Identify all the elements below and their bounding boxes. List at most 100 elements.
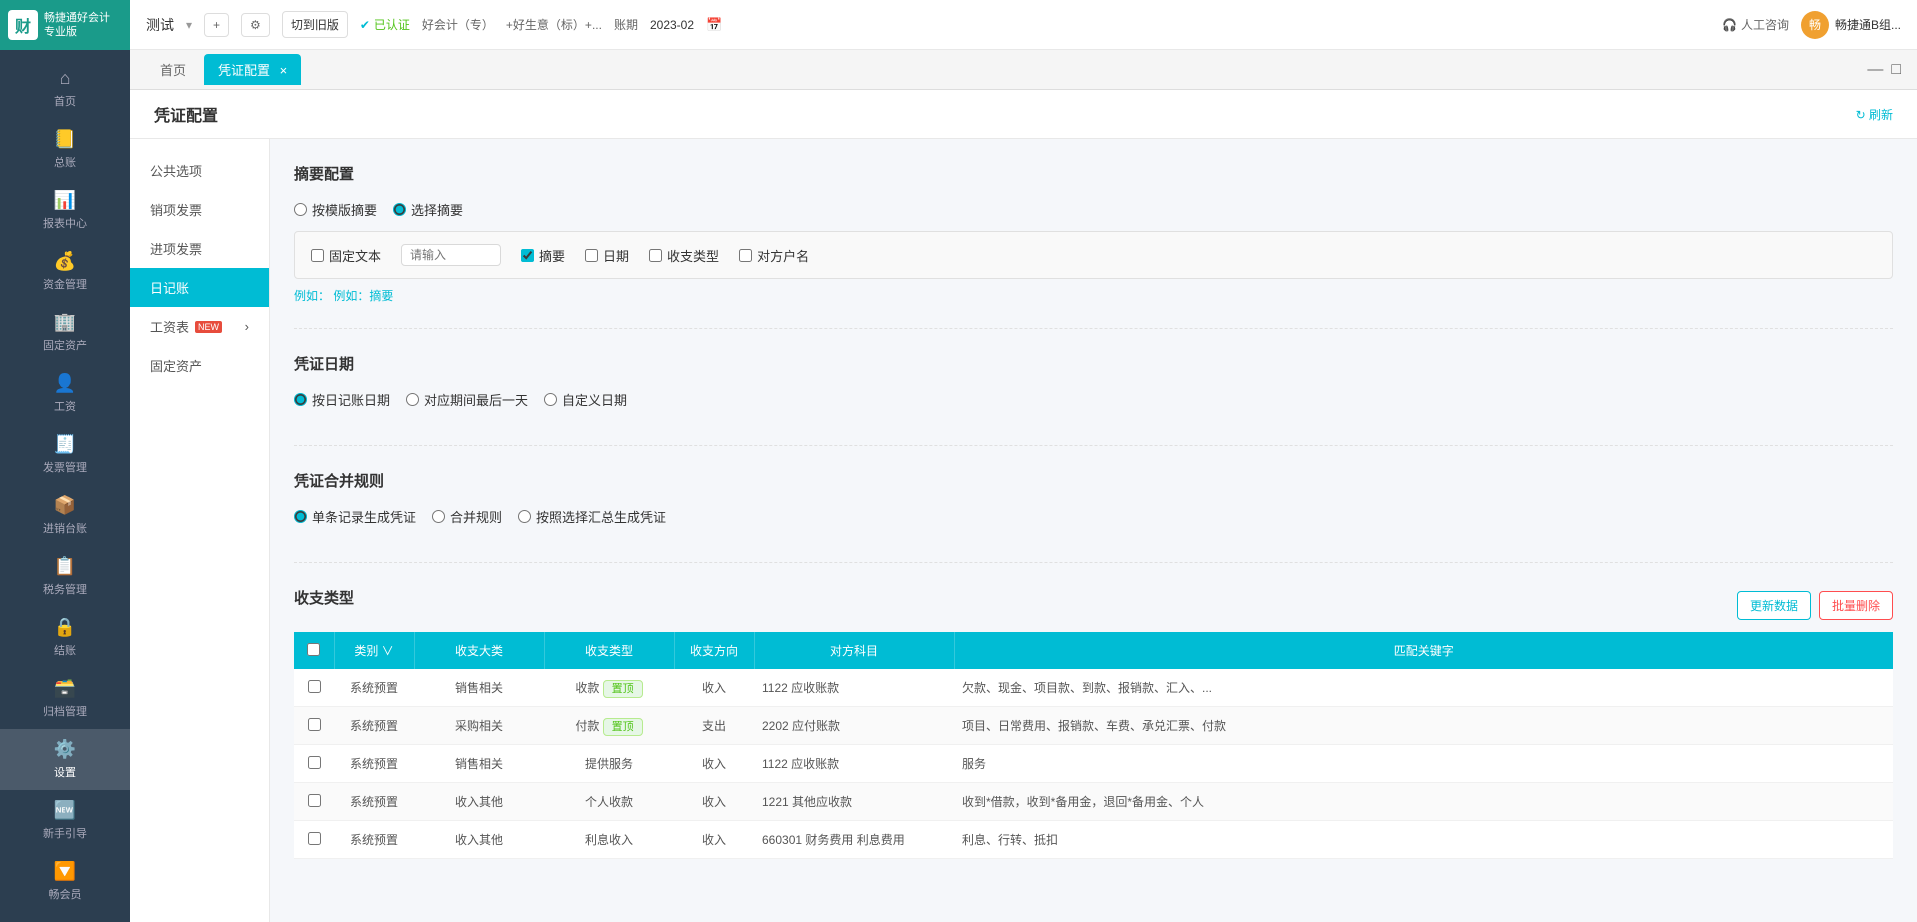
summary-section: 摘要配置 按模版摘要 选择摘要 bbox=[294, 163, 1893, 329]
logo-sub: 专业版 bbox=[44, 25, 110, 39]
sidebar-item-archive[interactable]: 🗃️ 归档管理 bbox=[0, 668, 130, 729]
checkbox-fixed-input[interactable] bbox=[311, 249, 324, 262]
sidebar-item-report[interactable]: 📊 报表中心 bbox=[0, 180, 130, 241]
left-nav-fixed-assets[interactable]: 固定资产 bbox=[130, 346, 269, 385]
add-button[interactable]: + bbox=[204, 13, 229, 37]
tab-bar-right: — □ bbox=[1867, 61, 1901, 79]
topbar-right: 🎧 人工咨询 畅 畅捷通B组... bbox=[1722, 11, 1901, 39]
radio-custom-date-input[interactable] bbox=[544, 393, 557, 406]
select-all-checkbox[interactable] bbox=[307, 643, 320, 656]
radio-diary-date-input[interactable] bbox=[294, 393, 307, 406]
batch-delete-button[interactable]: 批量删除 bbox=[1819, 591, 1893, 620]
sidebar-item-settings[interactable]: ⚙️ 设置 bbox=[0, 729, 130, 790]
radio-summary-generate-label: 按照选择汇总生成凭证 bbox=[536, 507, 666, 526]
row-checkbox-2[interactable] bbox=[308, 756, 321, 769]
type-label: 收支类型 bbox=[667, 246, 719, 265]
checkbox-date-input[interactable] bbox=[585, 249, 598, 262]
left-nav-salary[interactable]: 工资表 NEW › bbox=[130, 307, 269, 346]
sidebar-item-close[interactable]: 🔒 结账 bbox=[0, 607, 130, 668]
summary-checkbox-group: 固定文本 摘要 日期 bbox=[294, 231, 1893, 279]
switch-version-button[interactable]: 切到旧版 bbox=[282, 11, 348, 38]
sidebar-report-label: 报表中心 bbox=[43, 215, 87, 231]
sidebar-item-home[interactable]: ⌂ 首页 bbox=[0, 58, 130, 119]
checkbox-counterpart-input[interactable] bbox=[739, 249, 752, 262]
sidebar-item-tax[interactable]: 📋 税务管理 bbox=[0, 546, 130, 607]
header-keyword: 匹配关键字 bbox=[954, 632, 1893, 669]
sidebar-settings-label: 设置 bbox=[54, 764, 76, 780]
date-radio-group: 按日记账日期 对应期间最后一天 自定义日期 bbox=[294, 390, 1893, 409]
left-nav-public[interactable]: 公共选项 bbox=[130, 151, 269, 190]
sidebar-item-guide[interactable]: 🆕 新手引导 bbox=[0, 790, 130, 851]
radio-merge-rule[interactable]: 合并规则 bbox=[432, 507, 502, 526]
row-checkbox-0[interactable] bbox=[308, 680, 321, 693]
tab-bar: 首页 凭证配置 × — □ bbox=[130, 50, 1917, 90]
checkbox-summary-input[interactable] bbox=[521, 249, 534, 262]
header-small-type: 收支类型 bbox=[544, 632, 674, 669]
radio-select-input[interactable] bbox=[393, 203, 406, 216]
tag-top-1[interactable]: 置顶 bbox=[603, 718, 643, 736]
radio-custom-date[interactable]: 自定义日期 bbox=[544, 390, 627, 409]
sidebar-ledger-label: 总账 bbox=[54, 154, 76, 170]
radio-diary-date[interactable]: 按日记账日期 bbox=[294, 390, 390, 409]
help-button[interactable]: 🎧 人工咨询 bbox=[1722, 16, 1789, 33]
checkbox-type-input[interactable] bbox=[649, 249, 662, 262]
left-nav-sales-invoice[interactable]: 销项发票 bbox=[130, 190, 269, 229]
tab-close-icon[interactable]: × bbox=[280, 63, 288, 78]
page-header: 凭证配置 ↻ 刷新 bbox=[130, 90, 1917, 139]
radio-single-record-label: 单条记录生成凭证 bbox=[312, 507, 416, 526]
radio-period-last[interactable]: 对应期间最后一天 bbox=[406, 390, 528, 409]
header-direction: 收支方向 bbox=[674, 632, 754, 669]
sidebar-item-fund[interactable]: 💰 资金管理 bbox=[0, 241, 130, 302]
radio-summary-generate-input[interactable] bbox=[518, 510, 531, 523]
cell-keyword-2: 服务 bbox=[954, 745, 1893, 783]
radio-period-last-input[interactable] bbox=[406, 393, 419, 406]
sidebar-item-member[interactable]: 🔽 畅会员 bbox=[0, 851, 130, 912]
radio-summary-generate[interactable]: 按照选择汇总生成凭证 bbox=[518, 507, 666, 526]
calendar-icon[interactable]: 📅 bbox=[706, 17, 722, 33]
sidebar-item-invoice[interactable]: 🧾 发票管理 bbox=[0, 424, 130, 485]
refresh-icon: ↻ bbox=[1856, 108, 1866, 122]
table-row: 系统预置 收入其他 个人收款 收入 1221 其他应收款 收到*借款，收到*备用… bbox=[294, 783, 1893, 821]
checkbox-summary[interactable]: 摘要 bbox=[521, 246, 565, 265]
sidebar-item-ledger[interactable]: 📒 总账 bbox=[0, 119, 130, 180]
row-checkbox-4[interactable] bbox=[308, 832, 321, 845]
update-data-button[interactable]: 更新数据 bbox=[1737, 591, 1811, 620]
radio-template[interactable]: 按模版摘要 bbox=[294, 200, 377, 219]
tab-home[interactable]: 首页 bbox=[146, 54, 200, 85]
refresh-button[interactable]: ↻ 刷新 bbox=[1856, 106, 1893, 123]
user-name: 畅捷通B组... bbox=[1835, 16, 1901, 33]
radio-merge-rule-label: 合并规则 bbox=[450, 507, 502, 526]
sidebar-item-assets[interactable]: 🏢 固定资产 bbox=[0, 302, 130, 363]
radio-select-label: 选择摘要 bbox=[411, 200, 463, 219]
fixed-text-input[interactable] bbox=[401, 244, 501, 266]
topbar-arrow-icon[interactable]: ▾ bbox=[186, 18, 192, 32]
maximize-icon[interactable]: □ bbox=[1891, 61, 1901, 79]
minimize-icon[interactable]: — bbox=[1867, 61, 1883, 79]
checkbox-date[interactable]: 日期 bbox=[585, 246, 629, 265]
radio-template-label: 按模版摘要 bbox=[312, 200, 377, 219]
radio-single-record-input[interactable] bbox=[294, 510, 307, 523]
left-nav-purchase-invoice[interactable]: 进项发票 bbox=[130, 229, 269, 268]
radio-select[interactable]: 选择摘要 bbox=[393, 200, 463, 219]
radio-merge-rule-input[interactable] bbox=[432, 510, 445, 523]
row-checkbox-3[interactable] bbox=[308, 794, 321, 807]
sidebar-item-purchase[interactable]: 📦 进销台账 bbox=[0, 485, 130, 546]
checkbox-fixed-text[interactable]: 固定文本 bbox=[311, 246, 381, 265]
tax-icon: 📋 bbox=[54, 556, 76, 577]
date-title: 凭证日期 bbox=[294, 353, 1893, 374]
radio-period-last-label: 对应期间最后一天 bbox=[424, 390, 528, 409]
tab-voucher-config[interactable]: 凭证配置 × bbox=[204, 54, 301, 85]
tag-top-0[interactable]: 置顶 bbox=[603, 680, 643, 698]
user-area[interactable]: 畅 畅捷通B组... bbox=[1801, 11, 1901, 39]
row-checkbox-1[interactable] bbox=[308, 718, 321, 731]
checkbox-type[interactable]: 收支类型 bbox=[649, 246, 719, 265]
sidebar-item-salary[interactable]: 👤 工资 bbox=[0, 363, 130, 424]
radio-template-input[interactable] bbox=[294, 203, 307, 216]
radio-single-record[interactable]: 单条记录生成凭证 bbox=[294, 507, 416, 526]
cell-big-type-2: 销售相关 bbox=[414, 745, 544, 783]
table-row: 系统预置 销售相关 提供服务 收入 1122 应收账款 服务 bbox=[294, 745, 1893, 783]
left-nav-diary[interactable]: 日记账 bbox=[130, 268, 269, 307]
checkbox-counterpart[interactable]: 对方户名 bbox=[739, 246, 809, 265]
header-account: 对方科目 bbox=[754, 632, 954, 669]
settings-button[interactable]: ⚙ bbox=[241, 13, 270, 37]
